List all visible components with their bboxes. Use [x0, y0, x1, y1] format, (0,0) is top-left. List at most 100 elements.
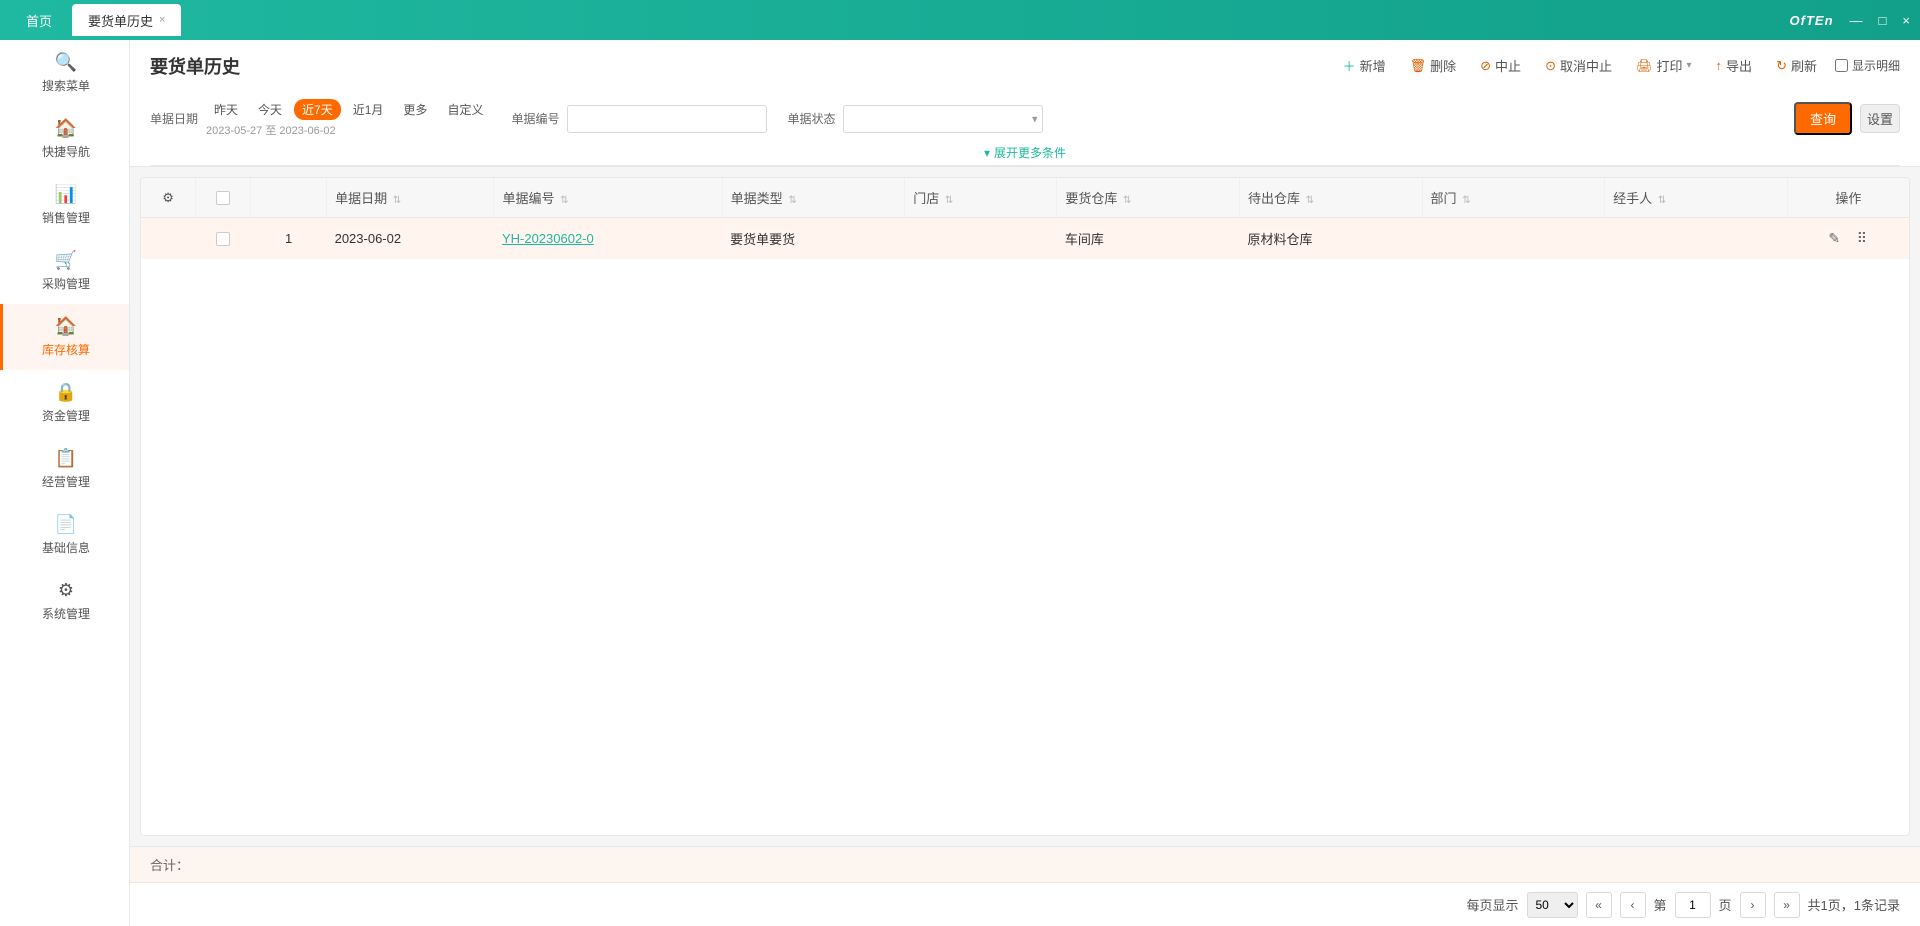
page-suffix: 页	[1719, 895, 1732, 914]
add-label: 新增	[1360, 56, 1386, 75]
col-dst-wh-sort[interactable]: ⇅	[1306, 195, 1314, 206]
sidebar-item-inventory-label: 库存核算	[42, 341, 90, 358]
last-page-btn[interactable]: »	[1774, 892, 1800, 918]
row-more-btn[interactable]: ⠿	[1850, 226, 1874, 250]
bill-no-input[interactable]	[567, 105, 767, 133]
date-btn-1month[interactable]: 近1月	[345, 99, 392, 120]
add-button[interactable]: ＋ 新增	[1337, 52, 1392, 79]
col-dst-wh-label: 待出仓库	[1248, 191, 1300, 206]
col-settings: ⚙	[141, 178, 196, 218]
export-button[interactable]: ↑ 导出	[1710, 52, 1759, 79]
prev-page-btn[interactable]: ‹	[1620, 892, 1646, 918]
close-btn[interactable]: ×	[1902, 13, 1910, 28]
col-handler: 经手人 ⇅	[1605, 178, 1788, 218]
tab-home[interactable]: 首页	[10, 4, 68, 36]
date-btn-today[interactable]: 今天	[250, 99, 290, 120]
delete-label: 删除	[1430, 56, 1456, 75]
col-dept-sort[interactable]: ⇅	[1462, 195, 1470, 206]
sidebar-item-basic-info-label: 基础信息	[42, 539, 90, 556]
settings-col-icon[interactable]: ⚙	[162, 190, 174, 205]
table-row[interactable]: 1 2023-06-02 YH-20230602-0 要货单要货 车间库 原材料…	[141, 218, 1909, 259]
row-req-wh: 车间库	[1057, 218, 1240, 259]
page-number-input[interactable]	[1675, 892, 1711, 918]
col-type-sort[interactable]: ⇅	[788, 195, 796, 206]
display-detail-checkbox[interactable]	[1835, 59, 1848, 72]
minimize-btn[interactable]: —	[1850, 13, 1863, 28]
tab-requisition-history[interactable]: 要货单历史 ×	[72, 4, 181, 36]
date-filter-group: 单据日期 昨天 今天 近7天 近1月 更多 自定义 2023-05-27 至 2…	[150, 99, 491, 138]
date-btn-more[interactable]: 更多	[395, 99, 435, 120]
row-number: YH-20230602-0	[494, 218, 722, 259]
col-no	[251, 178, 327, 218]
sidebar-item-sys-mgmt[interactable]: ⚙ 系统管理	[0, 568, 129, 634]
row-ops: ✎ ⠿	[1787, 218, 1909, 259]
brand-label: OfTEn	[1790, 13, 1834, 28]
export-label: 导出	[1726, 56, 1752, 75]
delete-button[interactable]: 🗑 删除	[1404, 52, 1463, 79]
page-header: 要货单历史 ＋ 新增 🗑 删除 ⊘ 中止 ⊙	[130, 40, 1920, 167]
sales-mgmt-icon: 📊	[55, 184, 77, 205]
table-header-row: ⚙ 单据日期 ⇅ 单据编号 ⇅	[141, 178, 1909, 218]
pagination-bar: 每页显示 20 50 100 « ‹ 第 页 › » 共1页，1条记录	[130, 882, 1920, 926]
data-table: ⚙ 单据日期 ⇅ 单据编号 ⇅	[141, 178, 1909, 259]
row-number-link[interactable]: YH-20230602-0	[502, 231, 594, 246]
display-detail-label: 显示明细	[1852, 57, 1900, 74]
sidebar-item-sales-mgmt-label: 销售管理	[42, 209, 90, 226]
row-settings	[141, 218, 196, 259]
date-btn-yesterday[interactable]: 昨天	[206, 99, 246, 120]
main-layout: 🔍 搜索菜单 🏠 快捷导航 📊 销售管理 🛒 采购管理 🏠 库存核算 🔒 资金管…	[0, 40, 1920, 926]
print-dropdown-icon: ▾	[1687, 60, 1692, 71]
col-handler-label: 经手人	[1613, 191, 1652, 206]
col-dst-wh: 待出仓库 ⇅	[1239, 178, 1422, 218]
status-filter-group: 单据状态	[787, 105, 1043, 133]
col-req-wh-sort[interactable]: ⇅	[1123, 195, 1131, 206]
stop-label: 中止	[1495, 56, 1521, 75]
page-size-label: 每页显示	[1466, 895, 1518, 914]
sidebar-item-search-menu[interactable]: 🔍 搜索菜单	[0, 40, 129, 106]
first-page-btn[interactable]: «	[1586, 892, 1612, 918]
date-range-text: 2023-05-27 至 2023-06-02	[206, 122, 491, 138]
row-edit-btn[interactable]: ✎	[1822, 226, 1846, 250]
print-button[interactable]: 🖨 打印 ▾	[1630, 52, 1698, 79]
sidebar-item-sys-mgmt-label: 系统管理	[42, 605, 90, 622]
col-type-label: 单据类型	[731, 191, 783, 206]
operations-icon: 📋	[55, 448, 77, 469]
expand-more-btn[interactable]: ▾ 展开更多条件	[150, 138, 1900, 165]
page-title-row: 要货单历史 ＋ 新增 🗑 删除 ⊘ 中止 ⊙	[150, 52, 1900, 79]
status-select[interactable]	[843, 105, 1043, 133]
col-number-label: 单据编号	[502, 191, 554, 206]
refresh-button[interactable]: ↻ 刷新	[1770, 52, 1823, 79]
finance-icon: 🔒	[55, 382, 77, 403]
query-button[interactable]: 查询	[1794, 102, 1852, 135]
settings-button[interactable]: 设置	[1860, 104, 1900, 133]
date-btn-7days[interactable]: 近7天	[294, 99, 341, 120]
sidebar-item-sales-mgmt[interactable]: 📊 销售管理	[0, 172, 129, 238]
page-size-select[interactable]: 20 50 100	[1527, 892, 1578, 918]
search-menu-icon: 🔍	[55, 52, 77, 73]
col-date-sort[interactable]: ⇅	[393, 195, 401, 206]
date-btn-custom[interactable]: 自定义	[439, 99, 491, 120]
sidebar-item-operations[interactable]: 📋 经营管理	[0, 436, 129, 502]
col-number: 单据编号 ⇅	[494, 178, 722, 218]
cancel-stop-button[interactable]: ⊙ 取消中止	[1539, 52, 1618, 79]
next-page-btn[interactable]: ›	[1740, 892, 1766, 918]
select-all-checkbox[interactable]	[216, 191, 230, 205]
page-prefix: 第	[1654, 895, 1667, 914]
sidebar-item-inventory[interactable]: 🏠 库存核算	[0, 304, 129, 370]
stop-button[interactable]: ⊘ 中止	[1474, 52, 1527, 79]
col-dept-label: 部门	[1431, 191, 1457, 206]
row-dept	[1422, 218, 1605, 259]
refresh-icon: ↻	[1776, 58, 1787, 74]
col-store-sort[interactable]: ⇅	[945, 195, 953, 206]
maximize-btn[interactable]: □	[1879, 13, 1887, 28]
row-checkbox[interactable]	[216, 232, 230, 246]
sidebar-item-basic-info[interactable]: 📄 基础信息	[0, 502, 129, 568]
tab-close-icon[interactable]: ×	[159, 14, 165, 26]
sidebar-item-finance[interactable]: 🔒 资金管理	[0, 370, 129, 436]
sidebar-item-purchase-mgmt[interactable]: 🛒 采购管理	[0, 238, 129, 304]
status-select-wrapper	[843, 105, 1043, 133]
display-detail-checkbox-group: 显示明细	[1835, 57, 1900, 74]
col-handler-sort[interactable]: ⇅	[1658, 195, 1666, 206]
col-number-sort[interactable]: ⇅	[560, 195, 568, 206]
sidebar-item-quick-nav[interactable]: 🏠 快捷导航	[0, 106, 129, 172]
